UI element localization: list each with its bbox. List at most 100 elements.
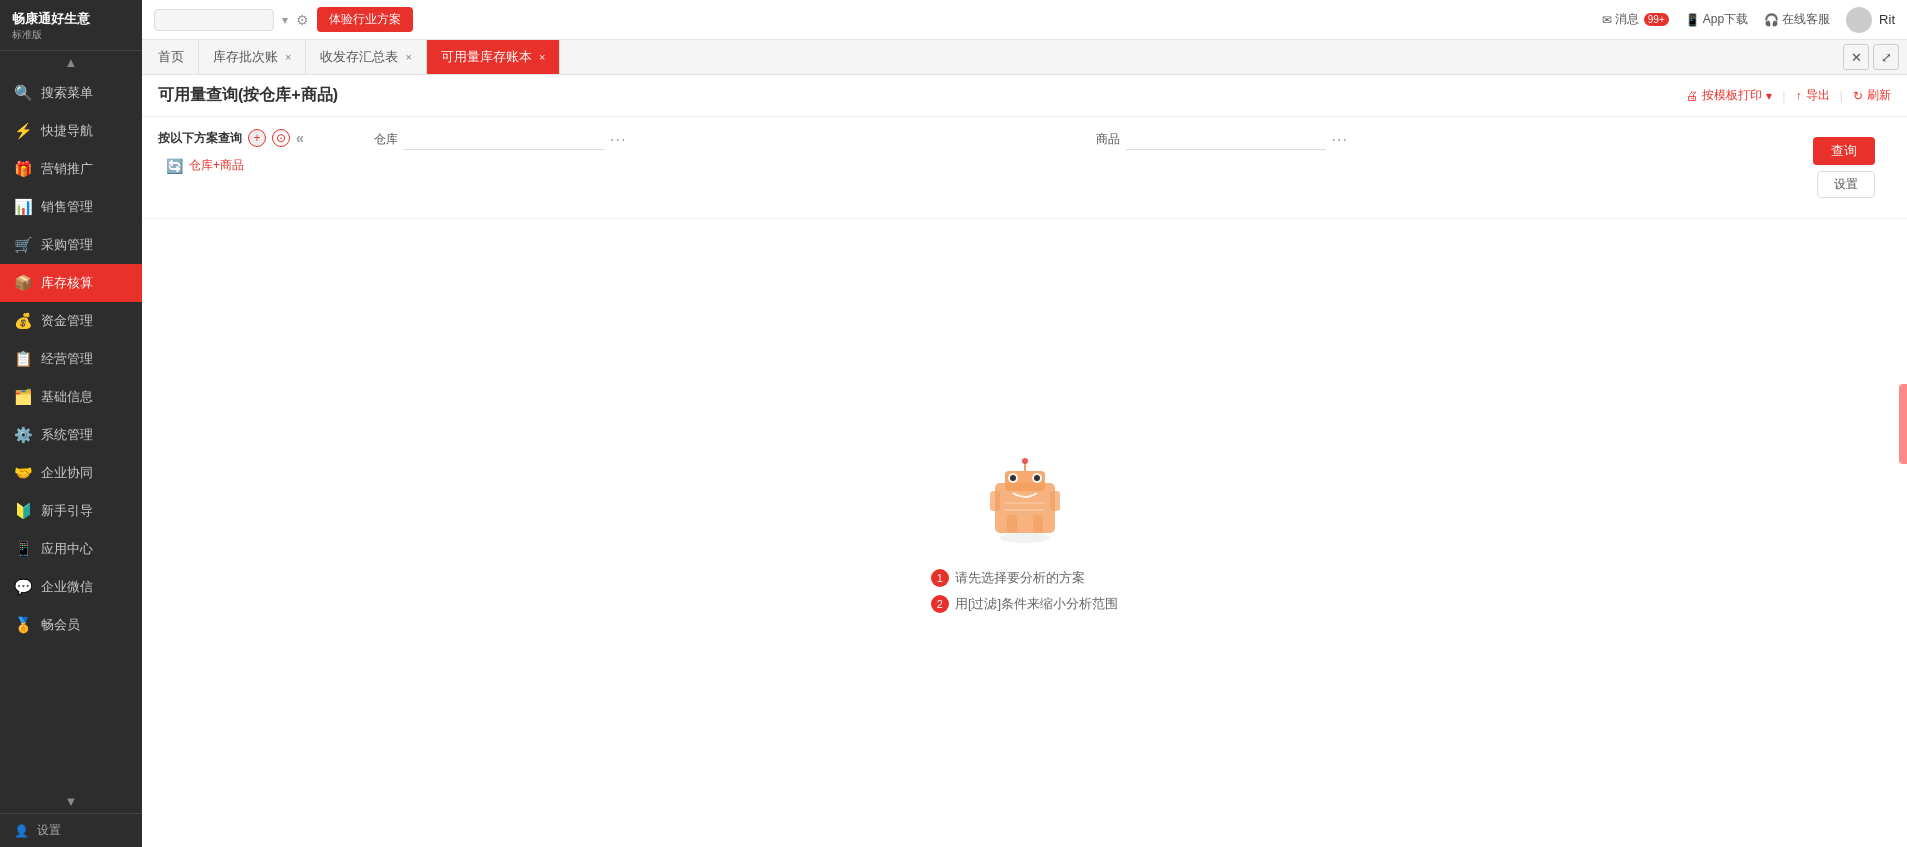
user-avatar-icon: 👤 — [14, 824, 29, 838]
sidebar-item-label: 畅会员 — [41, 616, 80, 634]
sidebar-item-label: 应用中心 — [41, 540, 93, 558]
appcenter-icon: 📱 — [14, 540, 33, 558]
sidebar-item-label: 营销推广 — [41, 160, 93, 178]
sidebar-item-label: 搜索菜单 — [41, 84, 93, 102]
chevron-down-icon[interactable]: ▾ — [282, 13, 288, 27]
sidebar-item-basic[interactable]: 🗂️ 基础信息 — [0, 378, 142, 416]
scheme-item-warehouse-product[interactable]: 🔄 仓库+商品 — [158, 153, 358, 178]
page-header: 可用量查询(按仓库+商品) 🖨 按模板打印 ▾ | ↑ 导出 | ↻ 刷新 — [142, 75, 1907, 117]
empty-tip-1: 1 请先选择要分析的方案 — [931, 569, 1118, 587]
query-button[interactable]: 查询 — [1813, 137, 1875, 165]
refresh-button[interactable]: ↻ 刷新 — [1853, 87, 1891, 104]
print-icon: 🖨 — [1686, 89, 1698, 103]
filter-area: 按以下方案查询 + ⊙ « 🔄 仓库+商品 — [142, 117, 1907, 219]
warehouse-field: 仓库 ··· — [374, 129, 1076, 150]
export-label: 导出 — [1806, 87, 1830, 104]
settings-small-icon: ⊙ — [276, 131, 286, 145]
sidebar-item-member[interactable]: 🏅 畅会员 — [0, 606, 142, 644]
sidebar-scroll-up[interactable]: ▲ — [0, 51, 142, 74]
sidebar-item-label: 基础信息 — [41, 388, 93, 406]
phone-icon: 📱 — [1685, 13, 1700, 27]
filter-settings-button[interactable]: 设置 — [1817, 171, 1875, 198]
message-icon: ✉ — [1602, 13, 1612, 27]
sidebar-item-search[interactable]: 🔍 搜索菜单 — [0, 74, 142, 112]
export-button[interactable]: ↑ 导出 — [1796, 87, 1830, 104]
marketing-icon: 🎁 — [14, 160, 33, 178]
tab-home[interactable]: 首页 — [142, 40, 199, 74]
tab-deposit-summary[interactable]: 收发存汇总表 × — [306, 40, 426, 74]
sidebar: 畅康通好生意 标准版 ▲ 🔍 搜索菜单 ⚡ 快捷导航 🎁 营销推广 📊 销售管理… — [0, 0, 142, 847]
tip-num-1: 1 — [931, 569, 949, 587]
sidebar-item-label: 企业协同 — [41, 464, 93, 482]
export-icon: ↑ — [1796, 89, 1802, 103]
search-icon: 🔍 — [14, 84, 33, 102]
main-area: ▾ ⚙ 体验行业方案 ✉ 消息 99+ 📱 App下载 🎧 在线客服 Rit — [142, 0, 1907, 847]
sidebar-item-label: 库存核算 — [41, 274, 93, 292]
sidebar-item-system[interactable]: ⚙️ 系统管理 — [0, 416, 142, 454]
tab-batch-ledger[interactable]: 库存批次账 × — [199, 40, 306, 74]
collapse-icon[interactable]: « — [296, 130, 304, 146]
sidebar-bottom[interactable]: 👤 设置 — [0, 813, 142, 847]
sidebar-item-inventory[interactable]: 📦 库存核算 — [0, 264, 142, 302]
message-button[interactable]: ✉ 消息 99+ — [1602, 11, 1669, 28]
tab-available-ledger-close[interactable]: × — [539, 51, 545, 63]
sidebar-item-wechat[interactable]: 💬 企业微信 — [0, 568, 142, 606]
wechat-icon: 💬 — [14, 578, 33, 596]
sidebar-scroll-down[interactable]: ▼ — [0, 790, 142, 813]
filter-fields-panel: 仓库 ··· 商品 ··· 查询 设置 — [374, 129, 1891, 206]
sidebar-item-label: 快捷导航 — [41, 122, 93, 140]
message-badge: 99+ — [1644, 13, 1669, 26]
empty-state: 1 请先选择要分析的方案 2 用[过滤]条件来缩小分析范围 — [142, 219, 1907, 847]
trial-button[interactable]: 体验行业方案 — [317, 7, 413, 32]
message-label: 消息 — [1615, 11, 1639, 28]
print-template-button[interactable]: 🖨 按模板打印 ▾ — [1686, 87, 1772, 104]
divider: | — [1782, 88, 1785, 103]
add-scheme-button[interactable]: + — [248, 129, 266, 147]
sidebar-nav: 🔍 搜索菜单 ⚡ 快捷导航 🎁 营销推广 📊 销售管理 🛒 采购管理 📦 库存核… — [0, 74, 142, 790]
query-buttons: 查询 设置 — [1797, 129, 1891, 206]
product-more-icon[interactable]: ··· — [1332, 131, 1348, 149]
user-area[interactable]: Rit — [1846, 7, 1895, 33]
tabs-actions: ✕ ⤢ — [1843, 44, 1907, 70]
app-download-button[interactable]: 📱 App下载 — [1685, 11, 1748, 28]
finance-icon: 💰 — [14, 312, 33, 330]
sidebar-item-label: 系统管理 — [41, 426, 93, 444]
sidebar-item-shortcut[interactable]: ⚡ 快捷导航 — [0, 112, 142, 150]
right-scrollbar[interactable] — [1899, 384, 1907, 464]
gear-icon[interactable]: ⚙ — [296, 12, 309, 28]
sidebar-item-appcenter[interactable]: 📱 应用中心 — [0, 530, 142, 568]
sidebar-item-newguide[interactable]: 🔰 新手引导 — [0, 492, 142, 530]
topbar: ▾ ⚙ 体验行业方案 ✉ 消息 99+ 📱 App下载 🎧 在线客服 Rit — [142, 0, 1907, 40]
sidebar-item-sales[interactable]: 📊 销售管理 — [0, 188, 142, 226]
warehouse-more-icon[interactable]: ··· — [610, 131, 626, 149]
topbar-right: ✉ 消息 99+ 📱 App下载 🎧 在线客服 Rit — [1602, 7, 1895, 33]
tab-deposit-summary-close[interactable]: × — [405, 51, 411, 63]
search-input[interactable] — [154, 9, 274, 31]
sidebar-item-label: 经营管理 — [41, 350, 93, 368]
maximize-tab-button[interactable]: ⤢ — [1873, 44, 1899, 70]
product-input[interactable] — [1126, 129, 1326, 150]
tip-text-1: 请先选择要分析的方案 — [955, 569, 1085, 587]
sidebar-item-purchase[interactable]: 🛒 采购管理 — [0, 226, 142, 264]
warehouse-input[interactable] — [404, 129, 604, 150]
shortcut-icon: ⚡ — [14, 122, 33, 140]
sidebar-item-enterprise[interactable]: 🤝 企业协同 — [0, 454, 142, 492]
sidebar-bottom-label: 设置 — [37, 822, 61, 839]
username: Rit — [1879, 12, 1895, 27]
online-service-button[interactable]: 🎧 在线客服 — [1764, 11, 1830, 28]
chevron-print-icon: ▾ — [1766, 89, 1772, 103]
tab-available-ledger[interactable]: 可用量库存账本 × — [427, 40, 560, 74]
sidebar-item-operations[interactable]: 📋 经营管理 — [0, 340, 142, 378]
warehouse-label: 仓库 — [374, 131, 398, 148]
sidebar-item-finance[interactable]: 💰 资金管理 — [0, 302, 142, 340]
scheme-settings-button[interactable]: ⊙ — [272, 129, 290, 147]
sidebar-item-label: 新手引导 — [41, 502, 93, 520]
sidebar-header: 畅康通好生意 标准版 — [0, 0, 142, 51]
refresh-icon: ↻ — [1853, 89, 1863, 103]
purchase-icon: 🛒 — [14, 236, 33, 254]
tab-batch-ledger-close[interactable]: × — [285, 51, 291, 63]
sidebar-item-marketing[interactable]: 🎁 营销推广 — [0, 150, 142, 188]
close-tab-button[interactable]: ✕ — [1843, 44, 1869, 70]
empty-tips: 1 请先选择要分析的方案 2 用[过滤]条件来缩小分析范围 — [931, 569, 1118, 613]
page-title: 可用量查询(按仓库+商品) — [158, 85, 338, 106]
